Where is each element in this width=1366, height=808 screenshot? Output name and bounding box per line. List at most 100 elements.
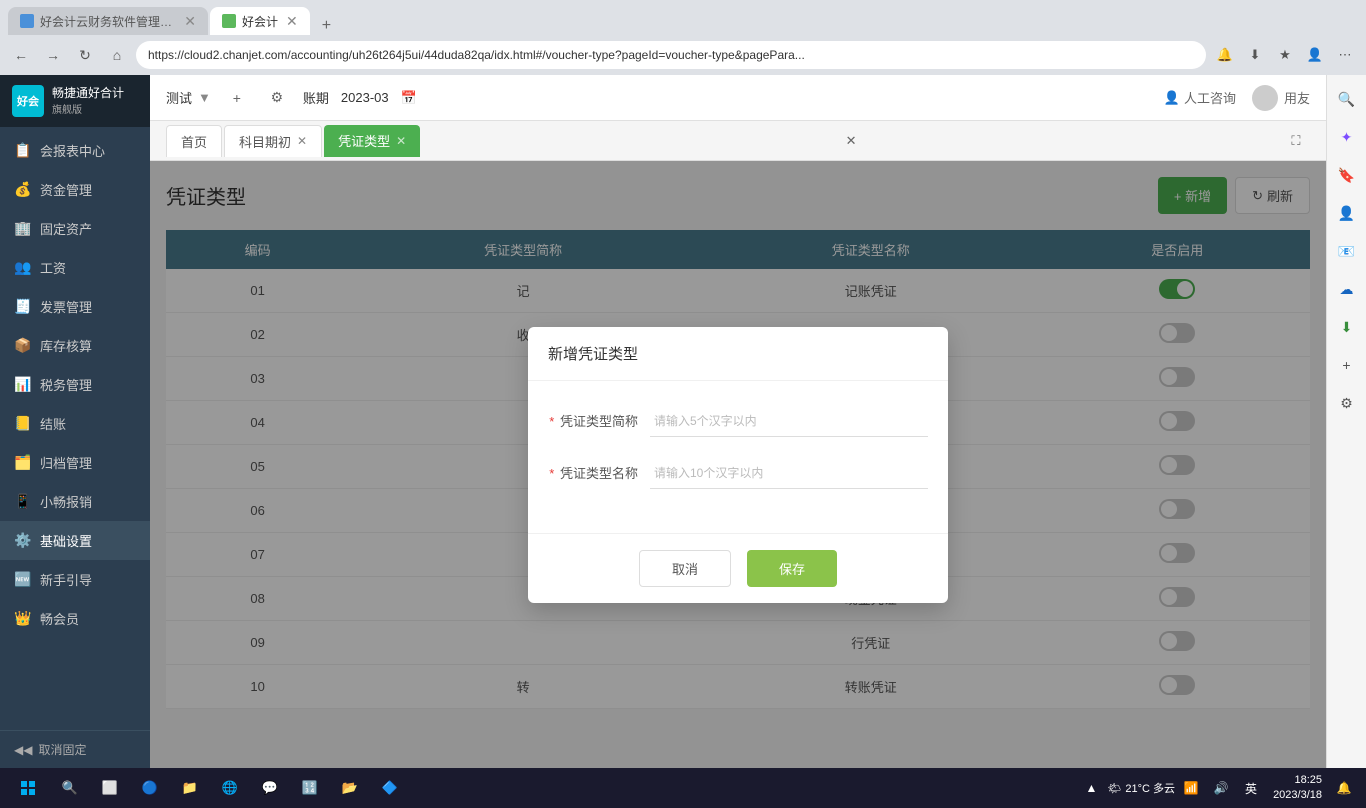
tab-close-1[interactable]: ✕ xyxy=(184,13,196,30)
browser-tab-2[interactable]: 好会计 ✕ xyxy=(210,7,310,35)
tab-expand-button[interactable]: ⛶ xyxy=(1282,127,1310,155)
right-panel-download[interactable]: ⬇ xyxy=(1331,311,1363,343)
sidebar-item-label-assets: 固定资产 xyxy=(40,219,92,238)
support-button[interactable]: 👤 人工咨询 xyxy=(1164,88,1236,107)
right-panel-user[interactable]: 👤 xyxy=(1331,197,1363,229)
member-icon: 👑 xyxy=(14,610,32,628)
tab-minimize-button[interactable]: ✕ xyxy=(837,127,865,155)
sidebar-item-member[interactable]: 👑 畅会员 xyxy=(0,599,150,638)
sidebar-item-reports[interactable]: 📋 会报表中心 xyxy=(0,131,150,170)
taskbar-show-desktop[interactable]: ▲ xyxy=(1077,774,1105,802)
workspace-selector[interactable]: 测试 ▼ xyxy=(166,88,211,107)
weather-text: 21°C 多云 xyxy=(1125,780,1175,796)
sidebar-item-label-expense: 小畅报销 xyxy=(40,492,92,511)
right-panel-outlook[interactable]: 📧 xyxy=(1331,235,1363,267)
right-panel-settings[interactable]: ⚙ xyxy=(1331,387,1363,419)
save-button[interactable]: 保存 xyxy=(747,550,837,587)
cancel-button[interactable]: 取消 xyxy=(639,550,731,587)
tab-close-2[interactable]: ✕ xyxy=(286,13,298,30)
page-tabs: 首页 科目期初 ✕ 凭证类型 ✕ ✕ ⛶ xyxy=(150,121,1326,161)
sidebar-item-salary[interactable]: 👥 工资 xyxy=(0,248,150,287)
taskbar-volume[interactable]: 🔊 xyxy=(1207,774,1235,802)
taskbar-pinned-icons: 🔍 ⬜ 🔵 📁 🌐 💬 🔢 📂 🔷 xyxy=(52,770,408,806)
abbr-input[interactable] xyxy=(650,405,928,437)
app-header: 测试 ▼ + ⚙ 账期 2023-03 📅 👤 人工咨询 用友 xyxy=(150,75,1326,121)
right-panel: 🔍 ✦ 🔖 👤 📧 ☁ ⬇ + ⚙ xyxy=(1326,75,1366,768)
user-area[interactable]: 用友 xyxy=(1252,85,1310,111)
settings-icon: ⚙️ xyxy=(14,532,32,550)
sidebar-item-tax[interactable]: 📊 税务管理 xyxy=(0,365,150,404)
required-star-name: * xyxy=(549,466,554,481)
right-panel-cloud[interactable]: ☁ xyxy=(1331,273,1363,305)
browser-action-1[interactable]: 🔔 xyxy=(1212,42,1238,68)
tab-voucher-close[interactable]: ✕ xyxy=(396,134,406,148)
taskbar-search[interactable]: 🔍 xyxy=(52,770,88,806)
sidebar-item-expense[interactable]: 📱 小畅报销 xyxy=(0,482,150,521)
avatar xyxy=(1252,85,1278,111)
tab-home[interactable]: 首页 xyxy=(166,125,222,157)
sidebar: 好会 畅捷通好合计 旗舰版 📋 会报表中心 💰 资金管理 🏢 固定资产 👥 xyxy=(0,75,150,768)
taskbar-right: ▲ 🌤 21°C 多云 📶 🔊 英 18:25 2023/3/18 🔔 xyxy=(1077,773,1358,804)
sidebar-nav: 📋 会报表中心 💰 资金管理 🏢 固定资产 👥 工资 🧾 发票管理 📦 xyxy=(0,127,150,730)
tab-subject-close[interactable]: ✕ xyxy=(297,134,307,148)
taskbar-app5[interactable]: 🔢 xyxy=(292,770,328,806)
sidebar-item-invoice[interactable]: 🧾 发票管理 xyxy=(0,287,150,326)
archive-icon: 🗂️ xyxy=(14,454,32,472)
taskbar-notification[interactable]: 🔔 xyxy=(1330,774,1358,802)
taskbar-wechat[interactable]: 💬 xyxy=(252,770,288,806)
browser-action-5[interactable]: ⋯ xyxy=(1332,42,1358,68)
browser-tab-1[interactable]: 好会计云财务软件管理系统_会计 ✕ xyxy=(8,7,208,35)
taskbar-date-text: 2023/3/18 xyxy=(1273,788,1322,803)
start-button[interactable] xyxy=(8,770,48,806)
guide-icon: 🆕 xyxy=(14,571,32,589)
add-voucher-type-modal: 新增凭证类型 * 凭证类型简称 * xyxy=(528,327,948,603)
browser-actions: 🔔 ⬇ ★ 👤 ⋯ xyxy=(1212,42,1358,68)
browser-chrome: 好会计云财务软件管理系统_会计 ✕ 好会计 ✕ + ← → ↻ ⌂ 🔔 ⬇ ★ … xyxy=(0,0,1366,75)
sidebar-logo: 好会 xyxy=(12,85,44,117)
right-panel-add[interactable]: + xyxy=(1331,349,1363,381)
nav-home-button[interactable]: ⌂ xyxy=(104,42,130,68)
taskbar-edge[interactable]: 🔵 xyxy=(132,770,168,806)
taskbar-chrome[interactable]: 🌐 xyxy=(212,770,248,806)
taskbar-file-explorer[interactable]: 📁 xyxy=(172,770,208,806)
right-panel-ai[interactable]: ✦ xyxy=(1331,121,1363,153)
sidebar-brand-subtitle: 旗舰版 xyxy=(52,101,124,116)
new-tab-button[interactable]: + xyxy=(318,17,335,35)
tab-bar: 好会计云财务软件管理系统_会计 ✕ 好会计 ✕ + xyxy=(0,0,1366,35)
right-panel-search[interactable]: 🔍 xyxy=(1331,83,1363,115)
taskbar-taskview[interactable]: ⬜ xyxy=(92,770,128,806)
nav-forward-button[interactable]: → xyxy=(40,42,66,68)
main-content: 测试 ▼ + ⚙ 账期 2023-03 📅 👤 人工咨询 用友 xyxy=(150,75,1326,768)
taskbar-system-icons: ▲ 🌤 21°C 多云 📶 🔊 英 xyxy=(1077,774,1265,802)
sidebar-item-guide[interactable]: 🆕 新手引导 xyxy=(0,560,150,599)
modal-footer: 取消 保存 xyxy=(528,533,948,603)
nav-back-button[interactable]: ← xyxy=(8,42,34,68)
browser-action-3[interactable]: ★ xyxy=(1272,42,1298,68)
right-panel-bookmark[interactable]: 🔖 xyxy=(1331,159,1363,191)
settings-button[interactable]: ⚙ xyxy=(263,84,291,112)
sidebar-item-closing[interactable]: 📒 结账 xyxy=(0,404,150,443)
taskbar-lang[interactable]: 英 xyxy=(1237,774,1265,802)
sidebar-item-funds[interactable]: 💰 资金管理 xyxy=(0,170,150,209)
browser-action-4[interactable]: 👤 xyxy=(1302,42,1328,68)
sidebar-item-assets[interactable]: 🏢 固定资产 xyxy=(0,209,150,248)
taskbar-app6[interactable]: 📂 xyxy=(332,770,368,806)
sidebar-item-settings[interactable]: ⚙️ 基础设置 xyxy=(0,521,150,560)
chevron-down-icon: ▼ xyxy=(198,90,211,105)
add-workspace-button[interactable]: + xyxy=(223,84,251,112)
taskbar-datetime[interactable]: 18:25 2023/3/18 xyxy=(1273,773,1322,804)
tab-favicon-1 xyxy=(20,14,34,28)
name-input[interactable] xyxy=(650,457,928,489)
sidebar-item-archive[interactable]: 🗂️ 归档管理 xyxy=(0,443,150,482)
address-input[interactable] xyxy=(136,41,1206,69)
sidebar-item-inventory[interactable]: 📦 库存核算 xyxy=(0,326,150,365)
tab-voucher-type[interactable]: 凭证类型 ✕ xyxy=(324,125,420,157)
tab-subject-period[interactable]: 科目期初 ✕ xyxy=(224,125,322,157)
taskbar-ms-edge[interactable]: 🔷 xyxy=(372,770,408,806)
nav-refresh-button[interactable]: ↻ xyxy=(72,42,98,68)
sidebar-item-label-archive: 归档管理 xyxy=(40,453,92,472)
taskbar-wifi[interactable]: 📶 xyxy=(1177,774,1205,802)
calendar-icon[interactable]: 📅 xyxy=(401,90,417,106)
browser-action-2[interactable]: ⬇ xyxy=(1242,42,1268,68)
sidebar-cancel-pin[interactable]: ◀◀ 取消固定 xyxy=(0,730,150,768)
